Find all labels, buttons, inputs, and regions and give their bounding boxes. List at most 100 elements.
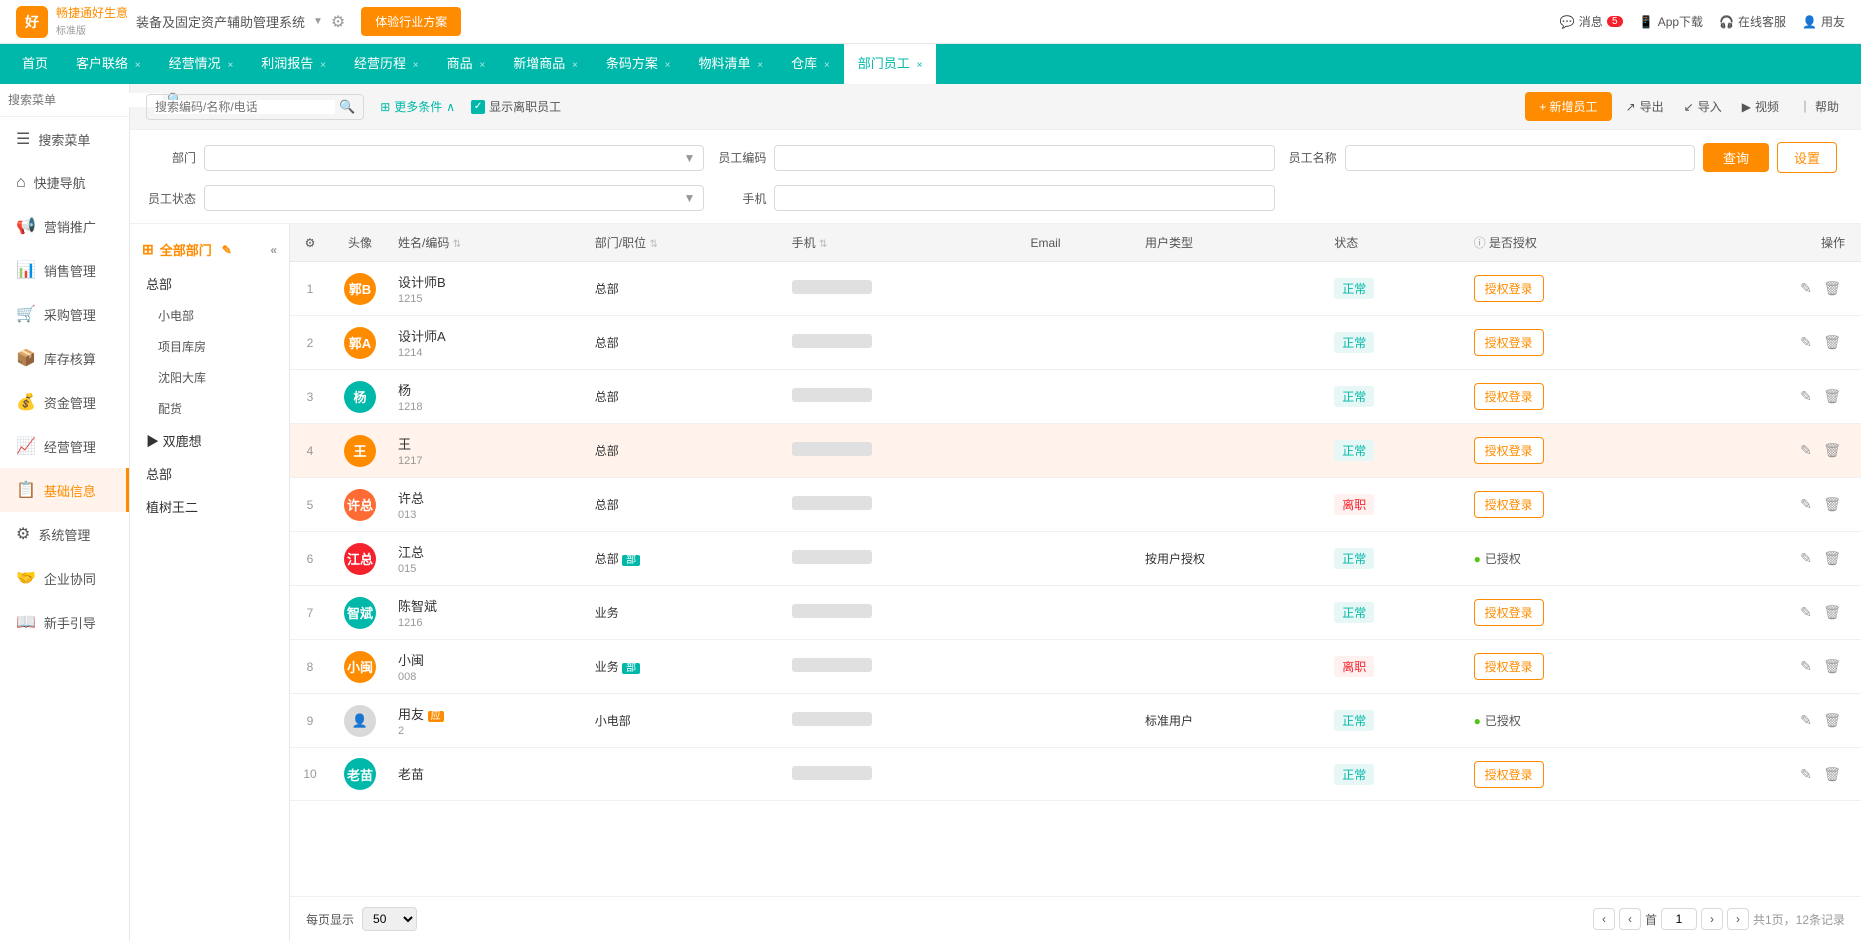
emp-name-input[interactable]: [1345, 145, 1695, 171]
next-page-btn[interactable]: ›: [1701, 908, 1723, 930]
nav-item-新增商品[interactable]: 新增商品 ×: [499, 44, 592, 84]
edit-btn[interactable]: ✎: [1796, 656, 1816, 676]
nav-item-客户联络[interactable]: 客户联络 ×: [62, 44, 155, 84]
emp-code-input[interactable]: [774, 145, 1274, 171]
dept-select[interactable]: ▼: [204, 145, 704, 171]
edit-btn[interactable]: ✎: [1796, 764, 1816, 784]
gear-icon[interactable]: ⚙: [331, 12, 345, 32]
online-service-btn[interactable]: 🎧 在线客服: [1719, 13, 1786, 30]
sidebar-item-经营管理[interactable]: 📈经营管理: [0, 424, 129, 468]
sidebar-item-快捷导航[interactable]: ⌂快捷导航: [0, 161, 129, 204]
nav-close-icon[interactable]: ×: [477, 60, 486, 71]
col-dept[interactable]: 部门/职位 ⇅: [587, 224, 784, 262]
nav-item-物料清单[interactable]: 物料清单 ×: [685, 44, 778, 84]
dept-tree-item-7[interactable]: 植树王二: [130, 490, 289, 523]
sidebar-item-采购管理[interactable]: 🛒采购管理: [0, 292, 129, 336]
nav-close-icon[interactable]: ×: [569, 60, 578, 71]
nav-item-经营情况[interactable]: 经营情况 ×: [155, 44, 248, 84]
nav-close-icon[interactable]: ×: [821, 60, 830, 71]
sidebar-item-营销推广[interactable]: 📢营销推广: [0, 204, 129, 248]
search-input[interactable]: [155, 100, 335, 114]
trial-button[interactable]: 体验行业方案: [361, 7, 461, 36]
delete-btn[interactable]: 🗑: [1819, 548, 1845, 568]
sidebar-item-库存核算[interactable]: 📦库存核算: [0, 336, 129, 380]
edit-btn[interactable]: ✎: [1796, 548, 1816, 568]
edit-btn[interactable]: ✎: [1796, 386, 1816, 406]
nav-close-icon[interactable]: ×: [317, 60, 326, 71]
nav-close-icon[interactable]: ×: [755, 60, 764, 71]
auth-login-btn[interactable]: 授权登录: [1474, 599, 1544, 626]
reset-button[interactable]: 设置: [1777, 142, 1837, 173]
dept-tree-child-2[interactable]: 项目库房: [130, 331, 289, 362]
dept-tree-item-5[interactable]: ▶ 双鹿想: [130, 424, 289, 457]
col-settings[interactable]: ⚙: [290, 224, 330, 262]
query-button[interactable]: 查询: [1703, 143, 1769, 172]
nav-close-icon[interactable]: ×: [914, 60, 923, 71]
nav-close-icon[interactable]: ×: [662, 60, 671, 71]
delete-btn[interactable]: 🗑: [1819, 440, 1845, 460]
delete-btn[interactable]: 🗑: [1819, 602, 1845, 622]
help-btn[interactable]: ｜ 帮助: [1793, 94, 1845, 119]
import-btn[interactable]: ↙ 导入: [1678, 94, 1728, 119]
nav-item-利润报告[interactable]: 利润报告 ×: [247, 44, 340, 84]
auth-login-btn[interactable]: 授权登录: [1474, 653, 1544, 680]
sidebar-item-新手引导[interactable]: 📖新手引导: [0, 600, 129, 644]
dept-tree-item-0[interactable]: 总部: [130, 267, 289, 300]
sidebar-item-系统管理[interactable]: ⚙系统管理: [0, 512, 129, 556]
nav-close-icon[interactable]: ×: [410, 60, 419, 71]
sidebar-item-搜索菜单[interactable]: ☰搜索菜单: [0, 117, 129, 161]
col-phone[interactable]: 手机 ⇅: [784, 224, 1023, 262]
delete-btn[interactable]: 🗑: [1819, 278, 1845, 298]
per-page-select[interactable]: 50 100: [362, 907, 417, 931]
nav-item-部门员工[interactable]: 部门员工 ×: [844, 44, 937, 84]
emp-status-select[interactable]: ▼: [204, 185, 704, 211]
dept-tree-child-3[interactable]: 沈阳大库: [130, 362, 289, 393]
dept-tree-child-1[interactable]: 小电部: [130, 300, 289, 331]
search-box[interactable]: 🔍: [146, 94, 364, 120]
edit-btn[interactable]: ✎: [1796, 440, 1816, 460]
search-icon[interactable]: 🔍: [339, 99, 355, 115]
edit-btn[interactable]: ✎: [1796, 710, 1816, 730]
sidebar-item-销售管理[interactable]: 📊销售管理: [0, 248, 129, 292]
more-filter-btn[interactable]: ⊞ 更多条件 ∧: [372, 94, 463, 119]
nav-close-icon[interactable]: ×: [132, 60, 141, 71]
export-btn[interactable]: ↗ 导出: [1620, 94, 1670, 119]
phone-input[interactable]: [774, 185, 1274, 211]
sidebar-item-资金管理[interactable]: 💰资金管理: [0, 380, 129, 424]
col-name[interactable]: 姓名/编码 ⇅: [390, 224, 587, 262]
message-btn[interactable]: 💬 消息 5: [1560, 13, 1623, 30]
chevron-down-icon[interactable]: ▼: [313, 16, 323, 27]
edit-icon[interactable]: ✎: [222, 243, 232, 257]
auth-login-btn[interactable]: 授权登录: [1474, 383, 1544, 410]
first-page-btn[interactable]: ‹: [1593, 908, 1615, 930]
nav-item-经营历程[interactable]: 经营历程 ×: [340, 44, 433, 84]
nav-item-条码方案[interactable]: 条码方案 ×: [592, 44, 685, 84]
dept-tree-child-4[interactable]: 配货: [130, 393, 289, 424]
auth-login-btn[interactable]: 授权登录: [1474, 275, 1544, 302]
delete-btn[interactable]: 🗑: [1819, 332, 1845, 352]
add-employee-button[interactable]: + 新增员工: [1525, 92, 1611, 121]
sidebar-item-基础信息[interactable]: 📋基础信息: [0, 468, 129, 512]
video-btn[interactable]: ▶ 视频: [1736, 94, 1785, 119]
delete-btn[interactable]: 🗑: [1819, 656, 1845, 676]
prev-page-btn[interactable]: ‹: [1619, 908, 1641, 930]
delete-btn[interactable]: 🗑: [1819, 764, 1845, 784]
delete-btn[interactable]: 🗑: [1819, 494, 1845, 514]
nav-close-icon[interactable]: ×: [225, 60, 234, 71]
delete-btn[interactable]: 🗑: [1819, 386, 1845, 406]
sidebar-item-企业协同[interactable]: 🤝企业协同: [0, 556, 129, 600]
edit-btn[interactable]: ✎: [1796, 278, 1816, 298]
nav-item-仓库[interactable]: 仓库 ×: [777, 44, 844, 84]
edit-btn[interactable]: ✎: [1796, 494, 1816, 514]
app-download-btn[interactable]: 📱 App下载: [1639, 13, 1703, 30]
auth-login-btn[interactable]: 授权登录: [1474, 329, 1544, 356]
user-btn[interactable]: 👤 用友: [1802, 13, 1845, 30]
collapse-tree-btn[interactable]: «: [270, 243, 277, 257]
auth-login-btn[interactable]: 授权登录: [1474, 437, 1544, 464]
last-page-btn[interactable]: ›: [1727, 908, 1749, 930]
auth-login-btn[interactable]: 授权登录: [1474, 761, 1544, 788]
info-icon[interactable]: ⓘ: [1474, 236, 1486, 250]
nav-item-首页[interactable]: 首页: [8, 44, 62, 84]
auth-login-btn[interactable]: 授权登录: [1474, 491, 1544, 518]
page-number-input[interactable]: [1661, 908, 1697, 930]
